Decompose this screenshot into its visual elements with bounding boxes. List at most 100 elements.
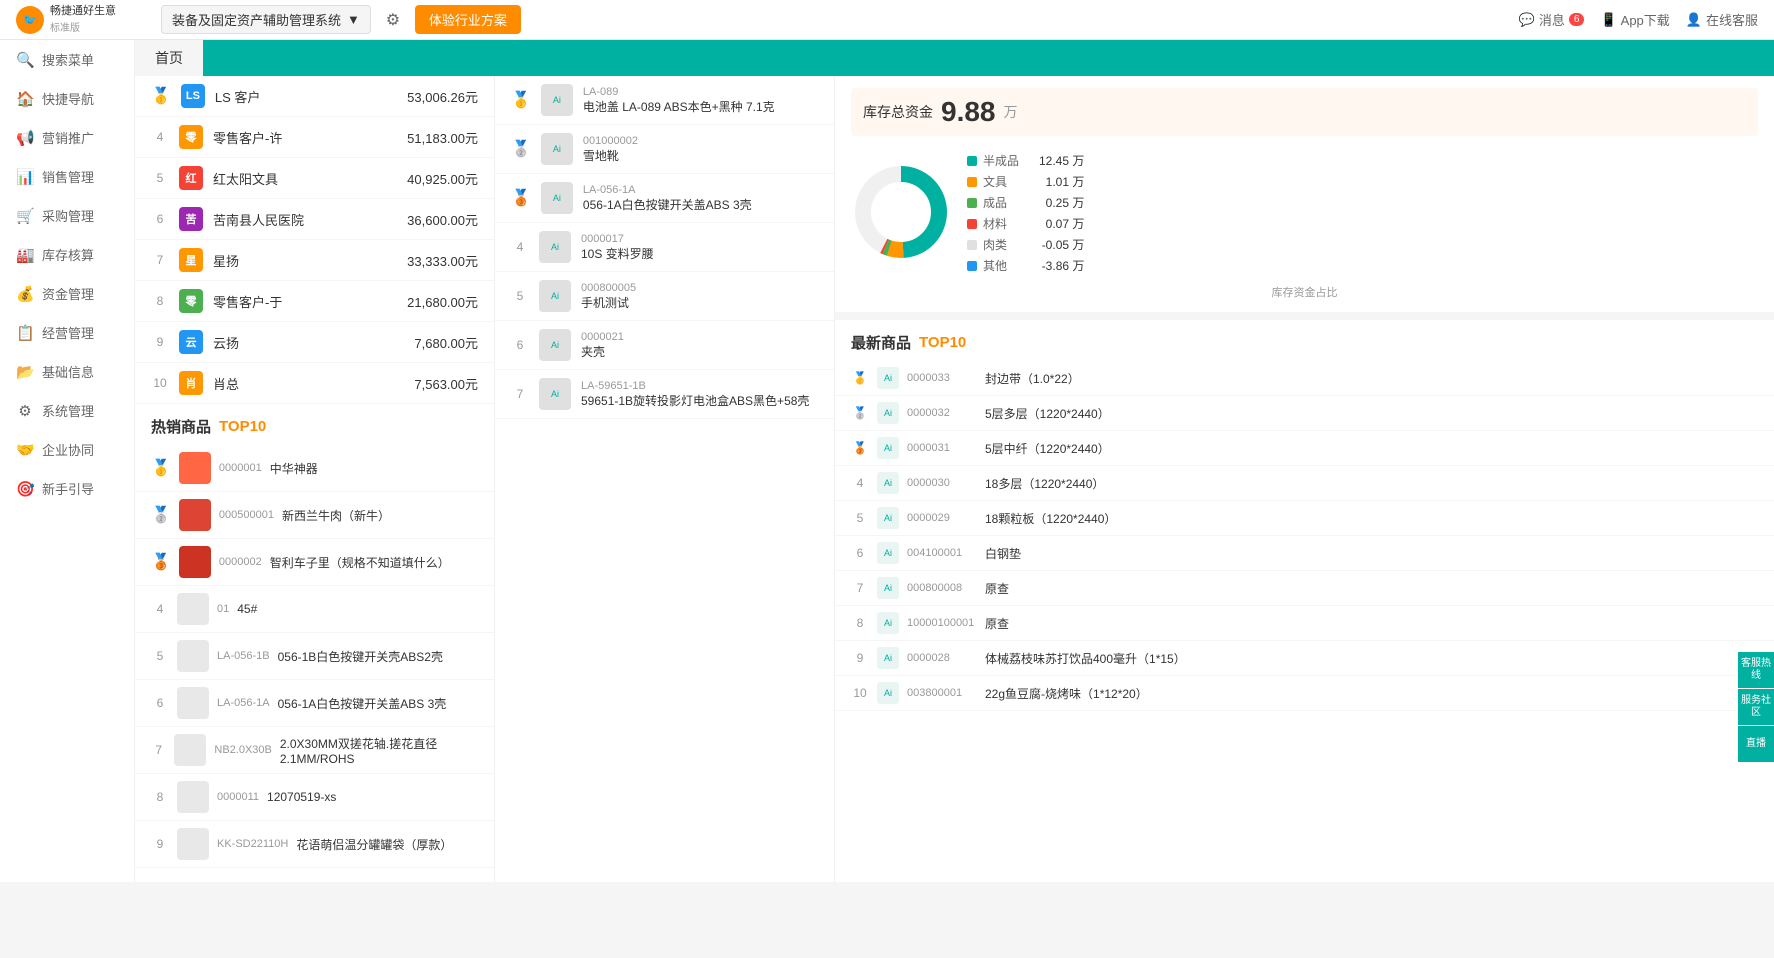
rank-number: 7	[151, 743, 166, 757]
logo-badge: 标准版	[50, 19, 116, 34]
product-name: 手机测试	[581, 294, 818, 311]
avatar: 肖	[179, 371, 203, 395]
new-products-card: 最新商品 TOP10 🥇 Ai 0000033 封边带（1.0*22） 🥈 Ai…	[835, 320, 1774, 882]
product-name: 体械荔枝味苏打饮品400毫升（1*15）	[985, 650, 1186, 667]
sidebar-item-inventory[interactable]: 🏭 库存核算	[0, 235, 134, 274]
rank-number: 5	[511, 289, 529, 303]
rank-number: 5	[151, 649, 169, 663]
community-button[interactable]: 服务社区	[1738, 689, 1774, 725]
medal-icon: 🥇	[151, 86, 171, 106]
sidebar-item-finance[interactable]: 💰 资金管理	[0, 274, 134, 313]
product-name: 18多层（1220*2440）	[985, 475, 1104, 492]
list-item: 9 KK-SD22110H 花语萌侣温分罐罐袋（厚款）	[135, 821, 494, 868]
list-item: 7 Ai 000800008 原查	[835, 571, 1774, 606]
product-code: 0000033	[907, 372, 977, 384]
table-row: 4 零 零售客户-许 51,183.00元	[135, 117, 494, 158]
list-item: 4 Ai 0000030 18多层（1220*2440）	[835, 466, 1774, 501]
medal-icon: 🥇	[851, 371, 869, 385]
message-action[interactable]: 💬 消息 6	[1519, 10, 1585, 29]
sidebar-item-search[interactable]: 🔍 搜索菜单	[0, 40, 134, 79]
product-thumbnail: Ai	[877, 507, 899, 529]
product-name: 雪地靴	[583, 147, 818, 164]
sidebar-item-collab[interactable]: 🤝 企业协同	[0, 430, 134, 469]
list-item: 🥉 Ai LA-056-1A 056-1A白色按键开关盖ABS 3壳	[495, 174, 834, 223]
product-thumbnail: Ai	[877, 367, 899, 389]
list-item: 9 Ai 0000028 体械荔枝味苏打饮品400毫升（1*15）	[835, 641, 1774, 676]
product-code: 000800005	[581, 282, 818, 294]
app-download-action[interactable]: 📱 App下载	[1600, 10, 1669, 29]
product-thumbnail: Ai	[539, 231, 571, 263]
rank-number: 7	[851, 581, 869, 595]
customer-name: 苦南县人民医院	[213, 210, 397, 229]
product-code: 0000002	[219, 556, 262, 568]
service-icon: 👤	[1686, 12, 1702, 28]
rank-number: 6	[151, 696, 169, 710]
avatar: 苦	[179, 207, 203, 231]
basic-info-icon: 📂	[16, 363, 34, 381]
sidebar-label-marketing: 营销推广	[42, 128, 94, 147]
medal-icon: 🥈	[851, 406, 869, 420]
product-name: 原查	[985, 615, 1009, 632]
purchase-icon: 🛒	[16, 207, 34, 225]
product-code: LA-056-1B	[217, 650, 270, 662]
customer-service-button[interactable]: 客服热线	[1738, 652, 1774, 688]
donut-chart	[851, 162, 951, 265]
system-selector[interactable]: 装备及固定资产辅助管理系统 ▼	[161, 5, 371, 34]
tab-home[interactable]: 首页	[135, 40, 203, 76]
legend-dot	[967, 219, 977, 229]
sidebar-label-system: 系统管理	[42, 401, 94, 420]
trial-button[interactable]: 体验行业方案	[415, 5, 521, 34]
avatar: 红	[179, 166, 203, 190]
sidebar-item-guide[interactable]: 🎯 新手引导	[0, 469, 134, 508]
sidebar-label-finance: 资金管理	[42, 284, 94, 303]
list-item: 5 LA-056-1B 056-1B白色按键开关壳ABS2壳	[135, 633, 494, 680]
customer-list-scroll[interactable]: 🥇 LS LS 客户 53,006.26元 4 零 零售客户-许 51,183.…	[135, 76, 494, 882]
product-name: 夹壳	[581, 343, 818, 360]
sidebar-label-nav: 快捷导航	[42, 89, 94, 108]
sidebar-item-sales[interactable]: 📊 销售管理	[0, 157, 134, 196]
sidebar-label-search: 搜索菜单	[42, 50, 94, 69]
donut-svg	[851, 162, 951, 262]
sidebar-item-nav[interactable]: 🏠 快捷导航	[0, 79, 134, 118]
customer-amount: 7,563.00元	[414, 374, 478, 393]
product-code: 0000031	[907, 442, 977, 454]
logo-area: 🐦 畅捷通好生意 标准版	[16, 5, 151, 33]
new-products-title: 最新商品 TOP10	[835, 320, 1774, 361]
product-name: 59651-1B旋转投影灯电池盒ABS黑色+58壳	[581, 392, 818, 409]
list-item: 7 Ai LA-59651-1B 59651-1B旋转投影灯电池盒ABS黑色+5…	[495, 370, 834, 419]
sidebar-item-basic-info[interactable]: 📂 基础信息	[0, 352, 134, 391]
sidebar-item-purchase[interactable]: 🛒 采购管理	[0, 196, 134, 235]
product-code: 0000029	[907, 512, 977, 524]
search-icon: 🔍	[16, 51, 34, 69]
gear-button[interactable]: ⚙	[379, 6, 407, 34]
system-icon: ⚙	[16, 402, 34, 420]
legend-item-other: 其他 -3.86 万	[967, 257, 1084, 274]
product-code: 0000011	[217, 791, 259, 803]
product-name: 封边带（1.0*22）	[985, 370, 1080, 387]
sidebar-item-system[interactable]: ⚙ 系统管理	[0, 391, 134, 430]
product-thumbnail	[177, 781, 209, 813]
legend-dot	[967, 177, 977, 187]
product-code: 10000100001	[907, 617, 977, 629]
donut-legend: 半成品 12.45 万 文具 1.01 万 成品 0.25 万	[967, 152, 1084, 274]
avatar: 零	[179, 125, 203, 149]
product-thumbnail: Ai	[539, 280, 571, 312]
inventory-amount: 9.88	[941, 96, 996, 128]
list-item: 🥇 Ai LA-089 电池盖 LA-089 ABS本色+黑种 7.1克	[495, 76, 834, 125]
online-service-action[interactable]: 👤 在线客服	[1686, 10, 1758, 29]
message-badge: 6	[1569, 13, 1585, 26]
list-item: 🥈 Ai 0000032 5层多层（1220*2440）	[835, 396, 1774, 431]
inventory-unit: 万	[1004, 102, 1018, 122]
sidebar-label-inventory: 库存核算	[42, 245, 94, 264]
table-row: 🥇 LS LS 客户 53,006.26元	[135, 76, 494, 117]
product-code: 000500001	[219, 509, 274, 521]
legend-item-material: 材料 0.07 万	[967, 215, 1084, 232]
sidebar-label-sales: 销售管理	[42, 167, 94, 186]
live-button[interactable]: 直播	[1738, 726, 1774, 762]
sidebar-item-marketing[interactable]: 📢 营销推广	[0, 118, 134, 157]
medal-icon: 🥇	[511, 90, 531, 110]
legend-item-finished: 成品 0.25 万	[967, 194, 1084, 211]
top-products-scroll[interactable]: 🥇 Ai LA-089 电池盖 LA-089 ABS本色+黑种 7.1克 🥈 A…	[495, 76, 834, 882]
sidebar-item-operations[interactable]: 📋 经营管理	[0, 313, 134, 352]
product-name: 花语萌侣温分罐罐袋（厚款）	[296, 836, 452, 853]
